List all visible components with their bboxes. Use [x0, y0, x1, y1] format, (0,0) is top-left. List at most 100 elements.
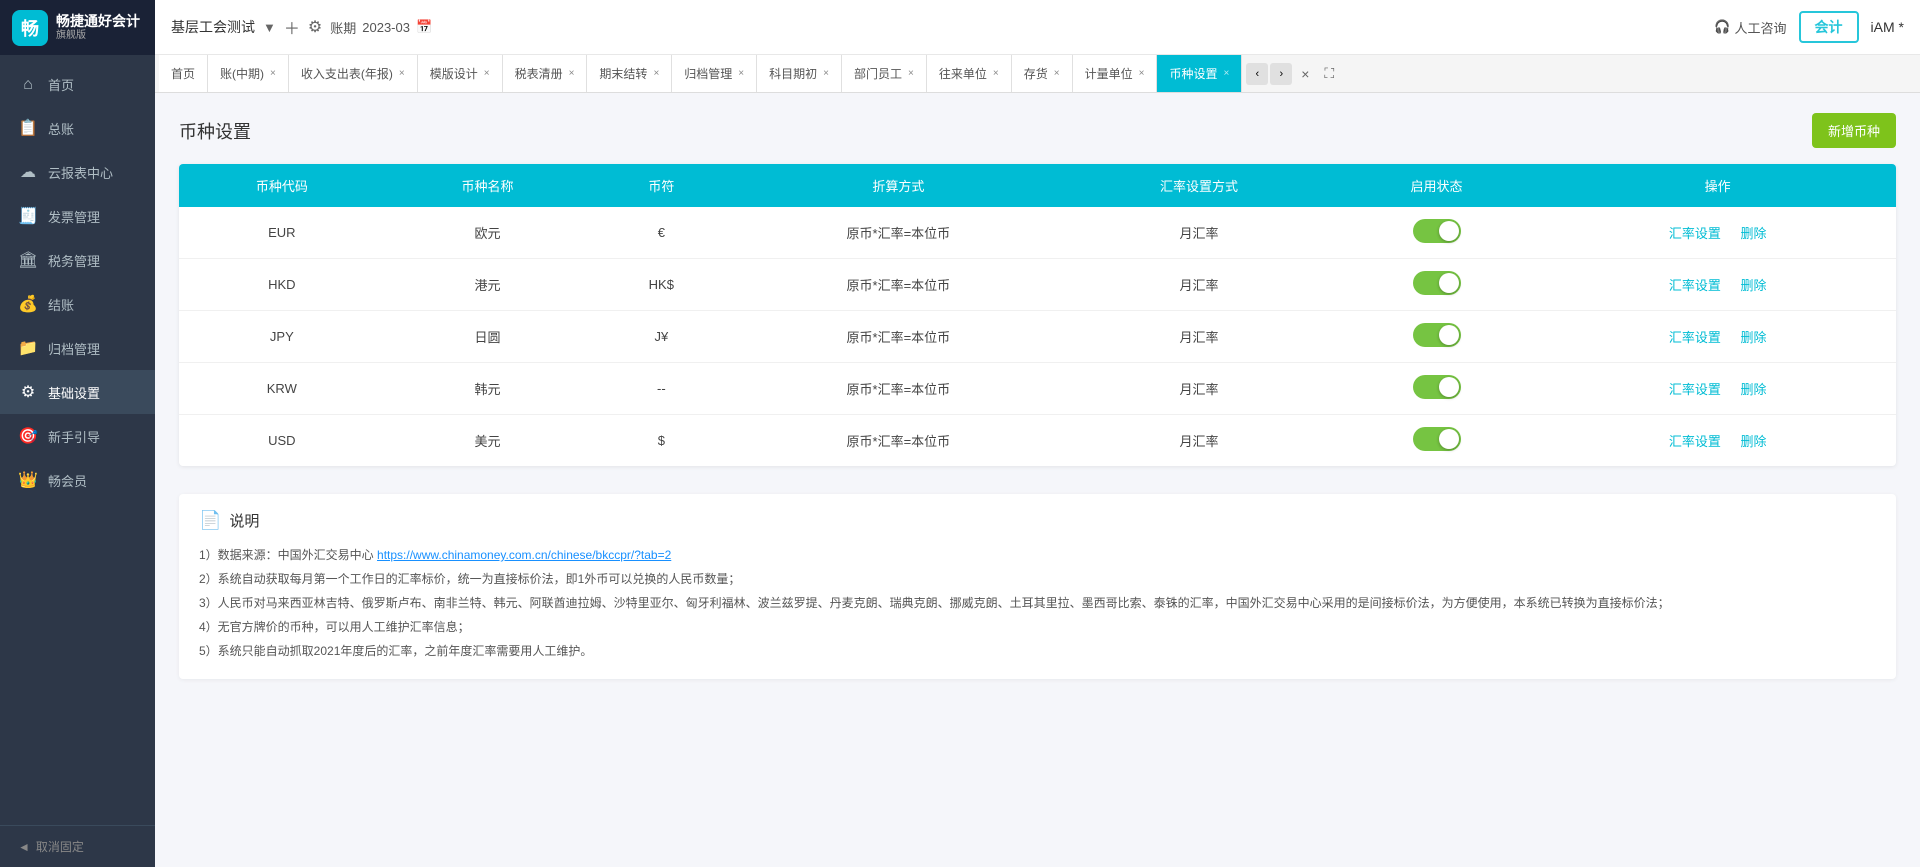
cell-name-0: 欧元	[385, 207, 591, 259]
sidebar-item-guide[interactable]: 🎯 新手引导	[0, 414, 155, 458]
tab-close-dept[interactable]: ×	[908, 68, 914, 79]
tab-income[interactable]: 收入支出表(年报) ×	[289, 55, 418, 93]
tab-label-home: 首页	[171, 65, 195, 82]
cell-method-4: 原币*汇率=本位币	[732, 415, 1064, 467]
settings-icon[interactable]: ⚙	[308, 17, 322, 37]
sidebar-item-ledger[interactable]: 📋 总账	[0, 106, 155, 150]
tab-close-measure[interactable]: ×	[1139, 68, 1145, 79]
cell-actions-3: 汇率设置 删除	[1539, 363, 1896, 415]
tab-close-inventory[interactable]: ×	[1054, 68, 1060, 79]
table-row: KRW韩元--原币*汇率=本位币月汇率 汇率设置 删除	[179, 363, 1896, 415]
col-header-汇率设置方式: 汇率设置方式	[1064, 164, 1333, 207]
toggle-1[interactable]	[1413, 271, 1461, 295]
rate-setting-link-0[interactable]: 汇率设置	[1669, 226, 1721, 241]
chinamoney-link[interactable]: https://www.chinamoney.com.cn/chinese/bk…	[377, 548, 671, 562]
notes-list: 1）数据来源：中国外汇交易中心 https://www.chinamoney.c…	[199, 543, 1876, 663]
tab-home[interactable]: 首页	[159, 55, 208, 93]
cell-rate-3: 月汇率	[1064, 363, 1333, 415]
tab-close-all-btn[interactable]: ×	[1294, 63, 1316, 85]
toggle-3[interactable]	[1413, 375, 1461, 399]
cell-name-2: 日圆	[385, 311, 591, 363]
add-company-icon[interactable]: ＋	[284, 15, 300, 39]
cell-actions-0: 汇率设置 删除	[1539, 207, 1896, 259]
cell-rate-2: 月汇率	[1064, 311, 1333, 363]
page-header: 币种设置 新增币种	[179, 113, 1896, 148]
tab-archive[interactable]: 归档管理 ×	[672, 55, 757, 93]
sidebar-pin-toggle[interactable]: ◄ 取消固定	[0, 825, 155, 867]
delete-link-3[interactable]: 删除	[1741, 382, 1767, 397]
sidebar-item-tax[interactable]: 🏛 税务管理	[0, 238, 155, 282]
content-area: 币种设置 新增币种 币种代码币种名称币符折算方式汇率设置方式启用状态操作 EUR…	[155, 93, 1920, 867]
toggle-0[interactable]	[1413, 219, 1461, 243]
tab-prev-btn[interactable]: ‹	[1246, 63, 1268, 85]
tab-close-clients[interactable]: ×	[993, 68, 999, 79]
tab-close-income[interactable]: ×	[399, 68, 405, 79]
cell-actions-2: 汇率设置 删除	[1539, 311, 1896, 363]
toggle-4[interactable]	[1413, 427, 1461, 451]
tab-close-currency[interactable]: ×	[1223, 68, 1229, 79]
sidebar-item-settings[interactable]: ⚙ 基础设置	[0, 370, 155, 414]
tab-next-btn[interactable]: ›	[1270, 63, 1292, 85]
company-dropdown-icon[interactable]: ▼	[263, 20, 276, 35]
delete-link-1[interactable]: 删除	[1741, 278, 1767, 293]
col-header-折算方式: 折算方式	[732, 164, 1064, 207]
tab-label-dept: 部门员工	[854, 65, 902, 82]
cell-name-1: 港元	[385, 259, 591, 311]
calendar-icon[interactable]: 📅	[416, 19, 432, 35]
table-row: USD美元$原币*汇率=本位币月汇率 汇率设置 删除	[179, 415, 1896, 467]
delete-link-0[interactable]: 删除	[1741, 226, 1767, 241]
tab-period[interactable]: 账(中期) ×	[208, 55, 289, 93]
note-item-1: 2）系统自动获取每月第一个工作日的汇率标价，统一为直接标价法，即1外币可以兑换的…	[199, 567, 1876, 591]
cell-toggle-2	[1334, 311, 1540, 363]
notes-icon: 📄	[199, 510, 221, 531]
user-role-btn[interactable]: 会计	[1799, 11, 1859, 43]
tab-template[interactable]: 模版设计 ×	[418, 55, 503, 93]
new-currency-btn[interactable]: 新增币种	[1812, 113, 1896, 148]
tab-clients[interactable]: 往来单位 ×	[927, 55, 1012, 93]
delete-link-4[interactable]: 删除	[1741, 434, 1767, 449]
cell-toggle-4	[1334, 415, 1540, 467]
col-header-操作: 操作	[1539, 164, 1896, 207]
tab-dept[interactable]: 部门员工 ×	[842, 55, 927, 93]
cell-symbol-3: --	[590, 363, 732, 415]
rate-setting-link-4[interactable]: 汇率设置	[1669, 434, 1721, 449]
rate-setting-link-3[interactable]: 汇率设置	[1669, 382, 1721, 397]
sidebar-item-member[interactable]: 👑 畅会员	[0, 458, 155, 502]
tab-close-archive[interactable]: ×	[738, 68, 744, 79]
sidebar-label-tax: 税务管理	[48, 251, 100, 270]
tab-close-period[interactable]: ×	[270, 68, 276, 79]
tab-close-period_end[interactable]: ×	[653, 68, 659, 79]
rate-setting-link-2[interactable]: 汇率设置	[1669, 330, 1721, 345]
sidebar-item-settlement[interactable]: 💰 结账	[0, 282, 155, 326]
help-btn[interactable]: 🎧 人工咨询	[1714, 18, 1786, 37]
tab-measure[interactable]: 计量单位 ×	[1073, 55, 1158, 93]
toggle-knob-0	[1439, 221, 1459, 241]
tab-close-tax[interactable]: ×	[569, 68, 575, 79]
page-title: 币种设置	[179, 118, 251, 144]
pin-icon: ◄	[18, 840, 30, 854]
tab-currency[interactable]: 币种设置 ×	[1157, 55, 1242, 93]
cell-method-1: 原币*汇率=本位币	[732, 259, 1064, 311]
sidebar-icon-reports: ☁	[18, 162, 38, 182]
tab-inventory[interactable]: 存货 ×	[1012, 55, 1073, 93]
sidebar-item-home[interactable]: ⌂ 首页	[0, 63, 155, 106]
tab-expand-btn[interactable]: ⛶	[1318, 63, 1340, 85]
tab-close-subjects[interactable]: ×	[823, 68, 829, 79]
delete-link-2[interactable]: 删除	[1741, 330, 1767, 345]
rate-setting-link-1[interactable]: 汇率设置	[1669, 278, 1721, 293]
tab-subjects[interactable]: 科目期初 ×	[757, 55, 842, 93]
tab-close-template[interactable]: ×	[484, 68, 490, 79]
sidebar-item-reports[interactable]: ☁ 云报表中心	[0, 150, 155, 194]
tab-tax[interactable]: 税表清册 ×	[503, 55, 588, 93]
tab-label-income: 收入支出表(年报)	[301, 65, 393, 82]
tab-label-subjects: 科目期初	[769, 65, 817, 82]
toggle-2[interactable]	[1413, 323, 1461, 347]
sidebar-icon-guide: 🎯	[18, 426, 38, 446]
notes-title-text: 说明	[229, 510, 259, 531]
tab-period_end[interactable]: 期末结转 ×	[587, 55, 672, 93]
sidebar-item-invoice[interactable]: 🧾 发票管理	[0, 194, 155, 238]
col-header-币种代码: 币种代码	[179, 164, 385, 207]
period-display: 账期 2023-03 📅	[330, 18, 432, 37]
sidebar-icon-archive: 📁	[18, 338, 38, 358]
sidebar-item-archive[interactable]: 📁 归档管理	[0, 326, 155, 370]
